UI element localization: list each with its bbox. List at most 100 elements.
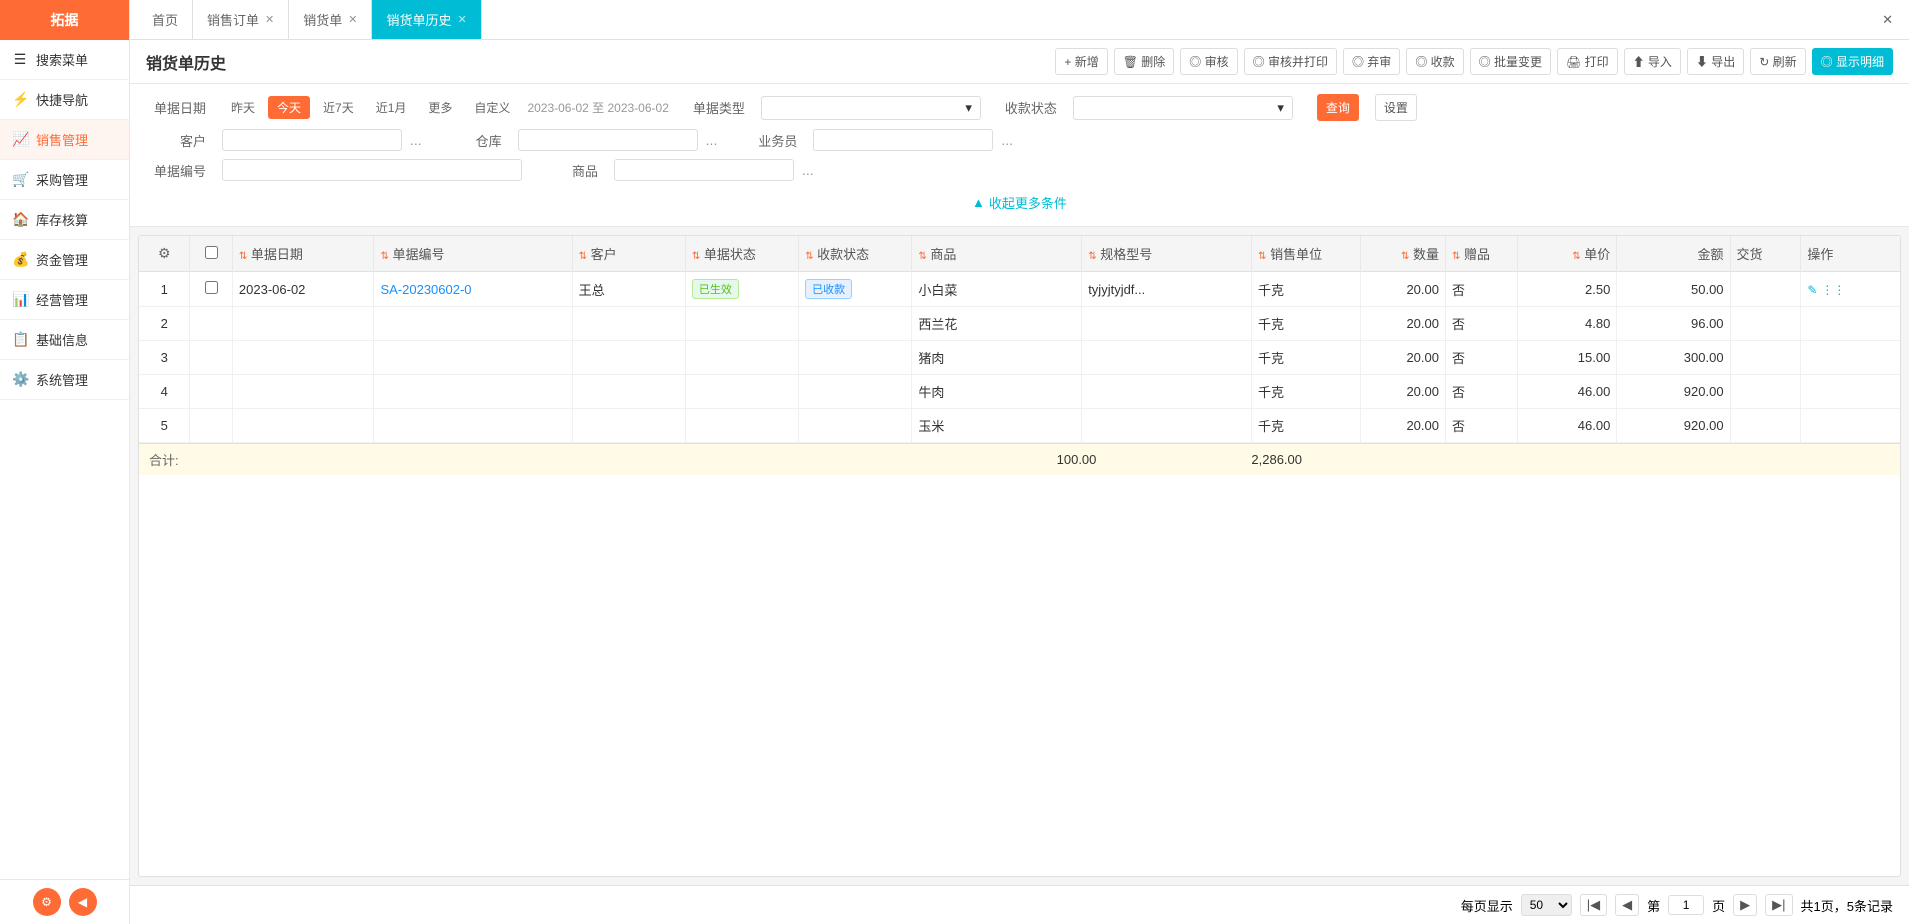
salesman-input[interactable]: [813, 129, 993, 151]
filter-row-1: 单据日期 昨天 今天 近7天 近1月 更多 自定义 2023-06-02 至 2…: [146, 94, 1893, 121]
settings-button[interactable]: 设置: [1375, 94, 1417, 121]
customer-label: 客户: [146, 131, 206, 150]
first-page-btn[interactable]: |◀: [1580, 894, 1607, 916]
th-gift[interactable]: ⇅ 赠品: [1446, 236, 1518, 272]
row-price: 2.50: [1518, 272, 1617, 307]
row-qty: 20.00: [1361, 409, 1446, 443]
tab-sales-order-close[interactable]: ✕: [265, 13, 274, 26]
table-row: 3 猪肉 千克 20.00 否 15.00 300.00: [139, 341, 1900, 375]
salesman-ellipsis[interactable]: ...: [997, 132, 1017, 148]
gear-icon[interactable]: ⚙: [158, 245, 171, 261]
doc-type-select[interactable]: ▾: [761, 96, 981, 120]
abandon-button[interactable]: ◎ 弃审: [1343, 48, 1400, 75]
row-checkbox[interactable]: [205, 281, 218, 294]
sidebar-item-purchase-mgmt[interactable]: 🛒 采购管理: [0, 160, 129, 200]
tab-sales-history[interactable]: 销货单历史 ✕: [372, 0, 481, 39]
tab-sales-goods-close[interactable]: ✕: [348, 13, 357, 26]
doc-no-input[interactable]: [222, 159, 522, 181]
th-unit[interactable]: ⇅ 销售单位: [1252, 236, 1361, 272]
date-chip-1month[interactable]: 近1月: [367, 96, 416, 119]
pay-status-select[interactable]: ▾: [1073, 96, 1293, 120]
sidebar-item-finance-mgmt[interactable]: 💰 资金管理: [0, 240, 129, 280]
th-date[interactable]: ⇅ 单据日期: [232, 236, 374, 272]
row-check[interactable]: [190, 307, 232, 341]
th-date-label: 单据日期: [251, 247, 303, 262]
row-pay-status: [799, 375, 912, 409]
th-price[interactable]: ⇅ 单价: [1518, 236, 1617, 272]
row-check[interactable]: [190, 375, 232, 409]
tabs-close-all[interactable]: ✕: [1874, 12, 1901, 28]
page-title: 销货单历史: [146, 50, 226, 74]
delete-button[interactable]: 🗑 删除: [1114, 48, 1175, 75]
th-doc-status[interactable]: ⇅ 单据状态: [685, 236, 798, 272]
th-settings[interactable]: ⚙: [139, 236, 190, 272]
page-size-label: 每页显示: [1461, 896, 1513, 915]
date-chip-7days[interactable]: 近7天: [314, 96, 363, 119]
th-goods[interactable]: ⇅ 商品: [912, 236, 1082, 272]
select-all-checkbox[interactable]: [205, 246, 218, 259]
th-check[interactable]: [190, 236, 232, 272]
date-range: 2023-06-02 至 2023-06-02: [527, 99, 668, 116]
sidebar-item-inventory[interactable]: 🏠 库存核算: [0, 200, 129, 240]
row-date: 2023-06-02: [232, 272, 374, 307]
review-print-button[interactable]: ◎ 审核并打印: [1244, 48, 1337, 75]
row-spec: tyjyjtyjdf...: [1082, 272, 1252, 307]
query-button[interactable]: 查询: [1317, 94, 1359, 121]
prev-page-btn[interactable]: ◀: [1615, 894, 1639, 916]
row-goods: 西兰花: [912, 307, 1082, 341]
sidebar-item-sales-mgmt[interactable]: 📈 销售管理: [0, 120, 129, 160]
warehouse-ellipsis[interactable]: ...: [702, 132, 722, 148]
collect-button[interactable]: ◎ 收款: [1406, 48, 1463, 75]
sort-price-icon: ⇅: [1572, 251, 1580, 262]
date-chip-custom[interactable]: 自定义: [465, 96, 519, 119]
page-number-input[interactable]: [1668, 895, 1704, 915]
review-button[interactable]: ◎ 审核: [1180, 48, 1237, 75]
tab-sales-order[interactable]: 销售订单 ✕: [193, 0, 289, 39]
date-chip-today[interactable]: 今天: [268, 96, 310, 119]
last-page-btn[interactable]: ▶|: [1765, 894, 1792, 916]
tab-sales-history-close[interactable]: ✕: [458, 13, 467, 26]
tab-sales-goods[interactable]: 销货单 ✕: [289, 0, 372, 39]
sidebar-item-quick-nav[interactable]: ⚡ 快捷导航: [0, 80, 129, 120]
customer-ellipsis[interactable]: ...: [406, 132, 426, 148]
print-button[interactable]: 🖨 打印: [1557, 48, 1618, 75]
sidebar-item-basic-info[interactable]: 📋 基础信息: [0, 320, 129, 360]
refresh-button[interactable]: ↻ 刷新: [1750, 48, 1805, 75]
goods-input[interactable]: [614, 159, 794, 181]
sidebar-item-search-menu[interactable]: ☰ 搜索菜单: [0, 40, 129, 80]
row-check[interactable]: [190, 341, 232, 375]
page-size-select[interactable]: 50 20 100: [1521, 894, 1572, 916]
collapse-button[interactable]: ▲ 收起更多条件: [146, 189, 1893, 216]
more-action[interactable]: ⋮⋮: [1821, 283, 1845, 297]
tab-home[interactable]: 首页: [138, 0, 193, 39]
batch-change-button[interactable]: ◎ 批量变更: [1470, 48, 1551, 75]
next-page-btn[interactable]: ▶: [1733, 894, 1757, 916]
customer-field: ...: [222, 129, 426, 151]
date-chip-more[interactable]: 更多: [419, 96, 461, 119]
show-detail-button[interactable]: ◎ 显示明细: [1812, 48, 1893, 75]
edit-action[interactable]: ✎: [1807, 283, 1817, 297]
purchase-mgmt-icon: 🛒: [12, 171, 28, 188]
th-customer[interactable]: ⇅ 客户: [572, 236, 685, 272]
th-code[interactable]: ⇅ 单据编号: [374, 236, 572, 272]
th-spec[interactable]: ⇅ 规格型号: [1082, 236, 1252, 272]
sidebar-item-system-mgmt[interactable]: ⚙️ 系统管理: [0, 360, 129, 400]
sidebar-collapse-btn[interactable]: ◀: [69, 888, 97, 916]
date-chip-yesterday[interactable]: 昨天: [222, 96, 264, 119]
goods-ellipsis[interactable]: ...: [798, 162, 818, 178]
th-code-label: 单据编号: [392, 247, 444, 262]
sidebar-settings-btn[interactable]: ⚙: [33, 888, 61, 916]
new-button[interactable]: + 新增: [1055, 48, 1107, 75]
row-qty: 20.00: [1361, 272, 1446, 307]
row-check[interactable]: [190, 272, 232, 307]
th-qty[interactable]: ⇅ 数量: [1361, 236, 1446, 272]
import-button[interactable]: ⬆ 导入: [1624, 48, 1681, 75]
row-check[interactable]: [190, 409, 232, 443]
th-trade-label: 交货: [1737, 247, 1763, 262]
th-pay-status[interactable]: ⇅ 收款状态: [799, 236, 912, 272]
warehouse-input[interactable]: [518, 129, 698, 151]
export-button[interactable]: ⬇ 导出: [1687, 48, 1744, 75]
doc-code-link[interactable]: SA-20230602-0: [380, 282, 471, 297]
sidebar-item-operation-mgmt[interactable]: 📊 经营管理: [0, 280, 129, 320]
customer-input[interactable]: [222, 129, 402, 151]
